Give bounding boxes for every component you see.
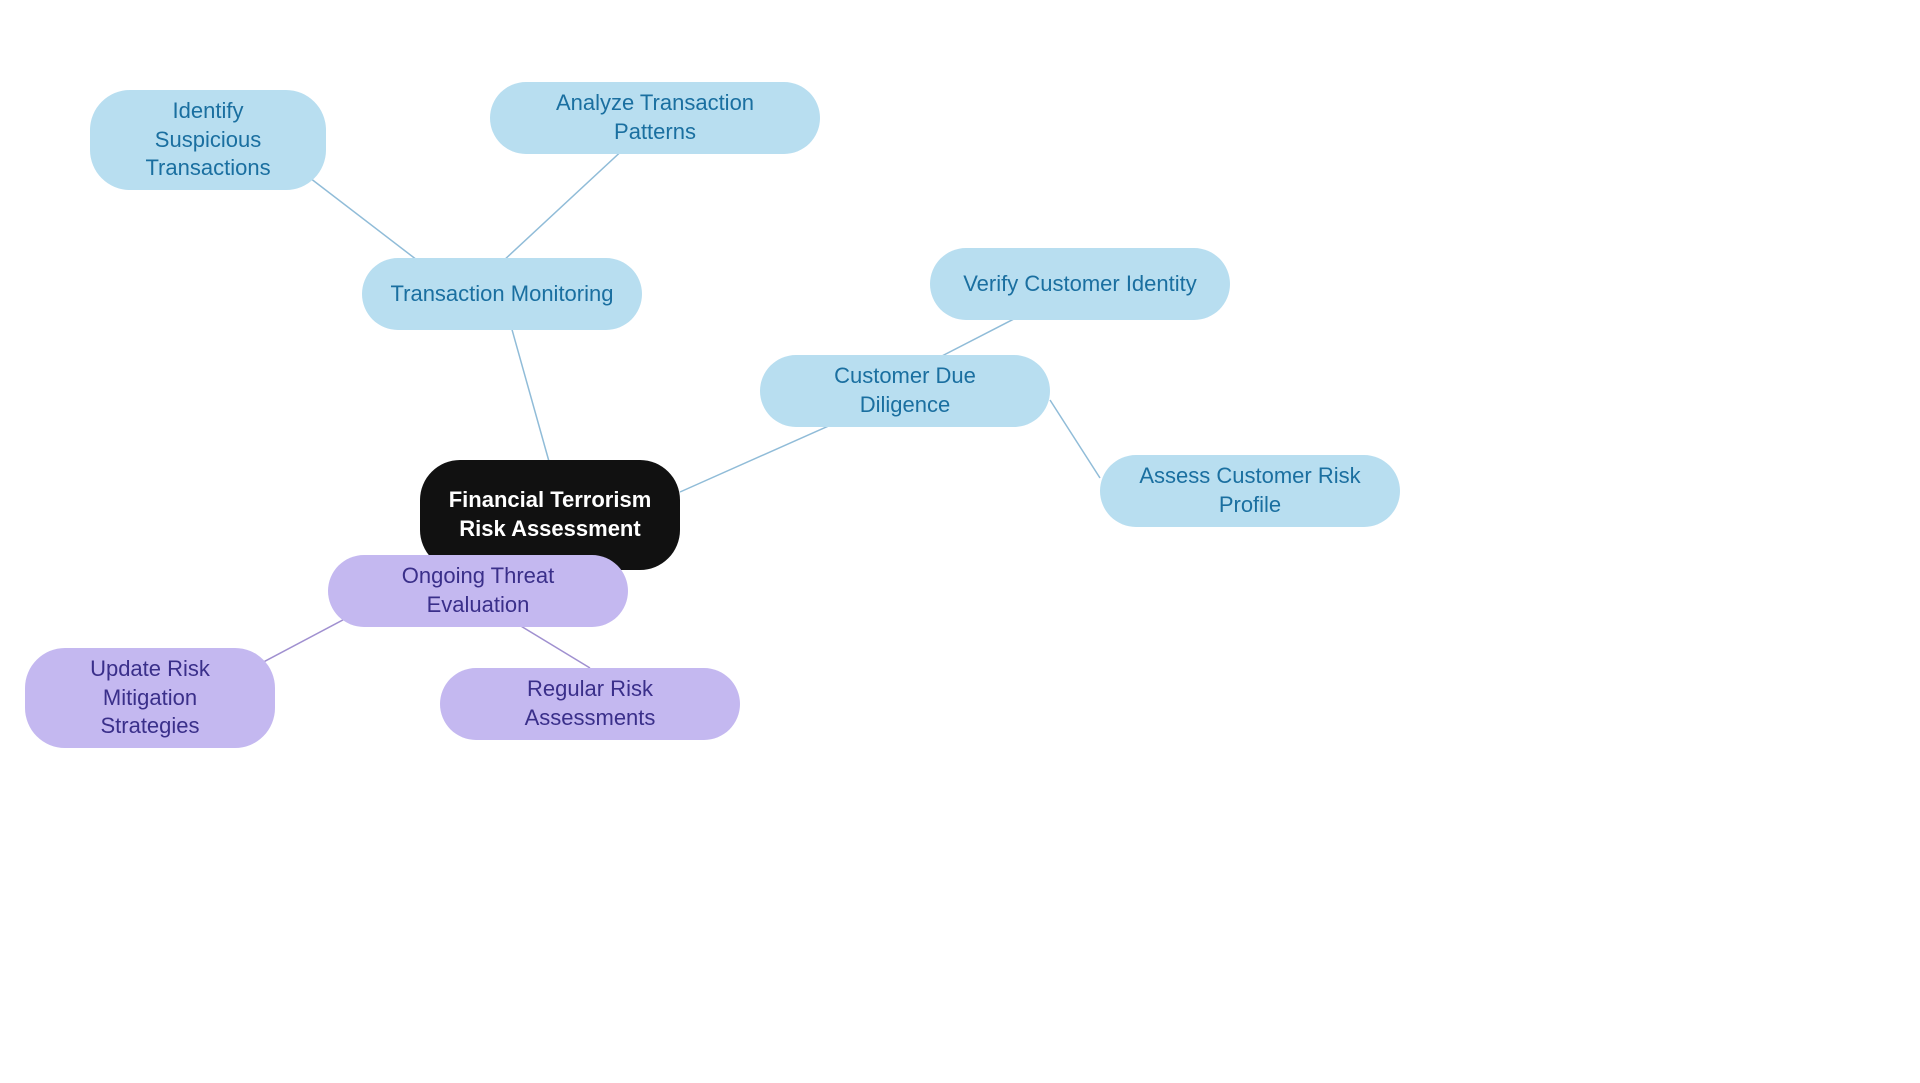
regular-assessments-label: Regular Risk Assessments	[468, 675, 712, 732]
customer-due-diligence-label: Customer Due Diligence	[788, 362, 1022, 419]
transaction-monitoring-label: Transaction Monitoring	[391, 280, 614, 309]
ongoing-threat-label: Ongoing Threat Evaluation	[356, 562, 600, 619]
central-node: Financial Terrorism Risk Assessment	[420, 460, 680, 570]
identify-suspicious-label: Identify Suspicious Transactions	[118, 97, 298, 183]
customer-due-diligence-node: Customer Due Diligence	[760, 355, 1050, 427]
transaction-monitoring-node: Transaction Monitoring	[362, 258, 642, 330]
assess-risk-node: Assess Customer Risk Profile	[1100, 455, 1400, 527]
update-mitigation-node: Update Risk Mitigation Strategies	[25, 648, 275, 748]
assess-risk-label: Assess Customer Risk Profile	[1128, 462, 1372, 519]
verify-identity-label: Verify Customer Identity	[963, 270, 1197, 299]
update-mitigation-label: Update Risk Mitigation Strategies	[53, 655, 247, 741]
central-node-label: Financial Terrorism Risk Assessment	[448, 486, 652, 543]
analyze-patterns-label: Analyze Transaction Patterns	[518, 89, 792, 146]
identify-suspicious-node: Identify Suspicious Transactions	[90, 90, 326, 190]
ongoing-threat-node: Ongoing Threat Evaluation	[328, 555, 628, 627]
verify-identity-node: Verify Customer Identity	[930, 248, 1230, 320]
regular-assessments-node: Regular Risk Assessments	[440, 668, 740, 740]
analyze-patterns-node: Analyze Transaction Patterns	[490, 82, 820, 154]
